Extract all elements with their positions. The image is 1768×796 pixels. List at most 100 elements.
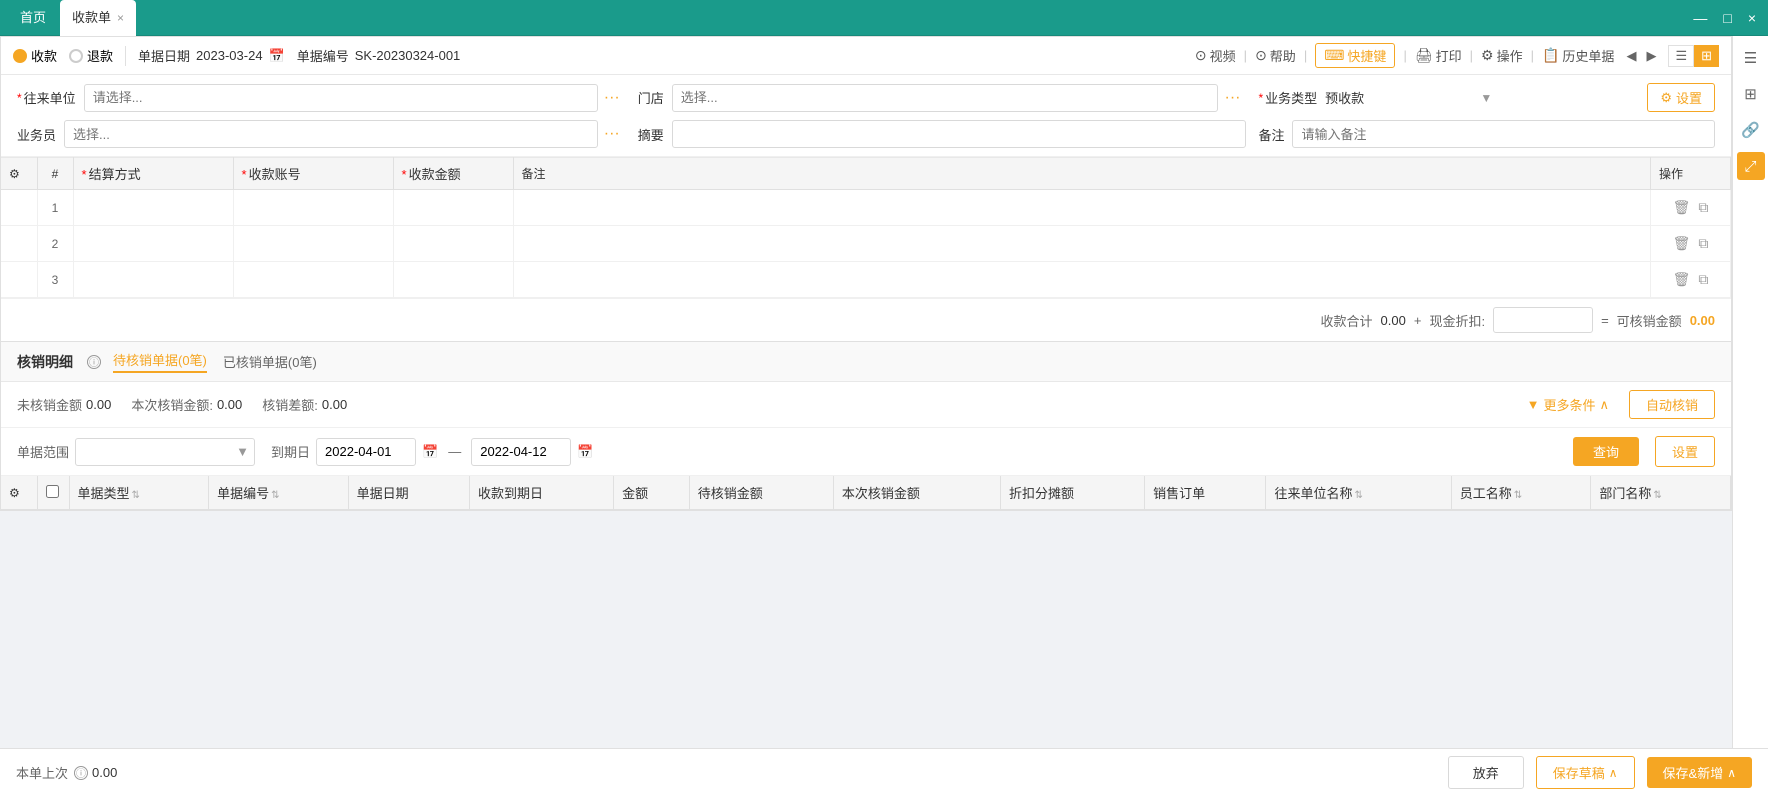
biz-type-arrow[interactable]: ▼: [1480, 91, 1492, 105]
bill-date-value[interactable]: 2023-03-24: [196, 48, 263, 63]
auto-writeoff-btn[interactable]: 自动核销: [1629, 390, 1715, 419]
view-list-btn[interactable]: ☰: [1668, 45, 1694, 67]
query-btn[interactable]: 查询: [1573, 437, 1639, 466]
date-end-icon[interactable]: 📅: [577, 444, 593, 460]
row-copy-btn[interactable]: ⧉: [1698, 199, 1708, 216]
action-help[interactable]: ⊙ 帮助: [1255, 46, 1296, 65]
row-copy-btn[interactable]: ⧉: [1698, 271, 1708, 288]
footer-info-icon[interactable]: ⓘ: [74, 766, 88, 780]
remark-input[interactable]: [1292, 120, 1715, 148]
sidebar-link-icon[interactable]: 🔗: [1737, 116, 1765, 144]
action-print[interactable]: 🖨 打印: [1415, 46, 1462, 65]
col-gear[interactable]: ⚙: [1, 158, 37, 190]
row-num: 1: [37, 190, 73, 226]
row-account[interactable]: [233, 190, 393, 226]
summary-input[interactable]: [672, 120, 1247, 148]
nav-tab-label: 收款单: [72, 0, 111, 36]
tab-pending[interactable]: 待核销单据(0笔): [113, 350, 207, 373]
row-amount[interactable]: [393, 226, 513, 262]
save-draft-arrow[interactable]: ∧: [1609, 766, 1618, 780]
row-delete-btn[interactable]: 🗑: [1673, 235, 1691, 252]
row-remark[interactable]: [513, 262, 1651, 298]
calendar-icon[interactable]: 📅: [269, 48, 285, 64]
more-conditions-btn[interactable]: ▼ 更多条件 ∧: [1527, 395, 1609, 414]
save-new-arrow[interactable]: ∧: [1727, 766, 1736, 780]
counterparty-more-icon[interactable]: ···: [598, 89, 626, 107]
nav-prev[interactable]: ◀: [1622, 46, 1640, 66]
form-toolbar: 收款 退款 单据日期 2023-03-24 📅 单据编号 SK-20230324…: [1, 37, 1731, 75]
win-close-btn[interactable]: ×: [1744, 10, 1760, 26]
radio-group: 收款 退款: [13, 46, 113, 65]
row-settlement[interactable]: [73, 190, 233, 226]
right-sidebar: ☰ ⊞ 🔗 ⤢: [1732, 36, 1768, 748]
staff-input[interactable]: [64, 120, 598, 148]
row-account[interactable]: [233, 262, 393, 298]
nav-tab-shoukuan[interactable]: 收款单 ×: [60, 0, 136, 36]
sort-employee[interactable]: ⇅: [1514, 490, 1522, 501]
action-history-label: 历史单据: [1562, 46, 1614, 65]
nav-home[interactable]: 首页: [8, 0, 58, 36]
range-select[interactable]: [75, 438, 255, 466]
row-delete-btn[interactable]: 🗑: [1673, 271, 1691, 288]
action-history[interactable]: 📋 历史单据: [1542, 46, 1614, 65]
bt-col-bill-type: 单据类型⇅: [69, 476, 209, 510]
footer-info-label: 本单上次: [16, 763, 68, 782]
action-video[interactable]: ⊙ 视频: [1195, 46, 1236, 65]
due-date-end[interactable]: [471, 438, 571, 466]
row-account[interactable]: [233, 226, 393, 262]
view-grid-btn[interactable]: ⊞: [1694, 45, 1719, 67]
nav-tab-close[interactable]: ×: [117, 0, 124, 36]
action-operate-label: 操作: [1497, 46, 1523, 65]
nav-next[interactable]: ▶: [1642, 46, 1660, 66]
action-shortcut[interactable]: ⌨ 快捷键: [1315, 43, 1395, 68]
row-amount[interactable]: [393, 190, 513, 226]
sort-bill-type[interactable]: ⇅: [132, 490, 140, 501]
row-copy-btn[interactable]: ⧉: [1698, 235, 1708, 252]
remark-group: 备注: [1258, 120, 1715, 148]
action-operate[interactable]: ⚙ 操作: [1481, 46, 1523, 65]
writeoff-info-icon[interactable]: ⓘ: [87, 355, 101, 369]
discard-btn[interactable]: 放弃: [1448, 756, 1524, 789]
bill-no-value[interactable]: SK-20230324-001: [355, 48, 461, 63]
sort-counterparty[interactable]: ⇅: [1354, 490, 1362, 501]
row-delete-btn[interactable]: 🗑: [1673, 199, 1691, 216]
sort-dept[interactable]: ⇅: [1653, 490, 1661, 501]
save-draft-btn[interactable]: 保存草稿 ∧: [1536, 756, 1635, 789]
row-settlement[interactable]: [73, 226, 233, 262]
row-amount[interactable]: [393, 262, 513, 298]
bill-no-field: 单据编号 SK-20230324-001: [297, 46, 461, 65]
sidebar-expand-icon[interactable]: ⤢: [1737, 152, 1765, 180]
staff-more-icon[interactable]: ···: [598, 125, 626, 143]
bt-col-gear[interactable]: ⚙: [1, 476, 37, 510]
biz-type-group: * 业务类型 预收款 ▼ ⚙ 设置: [1258, 83, 1715, 112]
bottom-table: ⚙ 单据类型⇅ 单据编号⇅ 单据日期 收款到期日 金额: [1, 476, 1731, 510]
bt-col-checkbox[interactable]: [37, 476, 69, 510]
remark-label: 备注: [1258, 125, 1284, 144]
win-max-btn[interactable]: □: [1719, 10, 1735, 26]
store-more-icon[interactable]: ···: [1218, 89, 1246, 107]
counterparty-input[interactable]: [84, 84, 598, 112]
row-remark[interactable]: [513, 190, 1651, 226]
sidebar-grid-icon[interactable]: ⊞: [1737, 80, 1765, 108]
footer-info-value: 0.00: [92, 765, 117, 780]
row-remark[interactable]: [513, 226, 1651, 262]
row-settlement[interactable]: [73, 262, 233, 298]
form-settings-btn[interactable]: ⚙ 设置: [1647, 83, 1715, 112]
win-min-btn[interactable]: —: [1689, 10, 1711, 26]
select-all-checkbox[interactable]: [46, 485, 59, 498]
this-time-label: 本次核销金额:: [131, 395, 213, 414]
due-date-start[interactable]: [316, 438, 416, 466]
sort-bill-no[interactable]: ⇅: [271, 490, 279, 501]
date-start-icon[interactable]: 📅: [422, 444, 438, 460]
radio-shoukuan[interactable]: 收款: [13, 46, 57, 65]
history-icon: 📋: [1542, 47, 1559, 64]
save-new-btn[interactable]: 保存&新增 ∧: [1647, 757, 1752, 788]
table-row: 2 🗑 ⧉: [1, 226, 1731, 262]
radio-tuikuan[interactable]: 退款: [69, 46, 113, 65]
discount-input[interactable]: [1493, 307, 1593, 333]
tab-done[interactable]: 已核销单据(0笔): [223, 352, 317, 371]
filter-settings-btn[interactable]: 设置: [1655, 436, 1715, 467]
store-input[interactable]: [672, 84, 1219, 112]
col-account-header: *收款账号: [233, 158, 393, 190]
sidebar-table-icon[interactable]: ☰: [1737, 44, 1765, 72]
